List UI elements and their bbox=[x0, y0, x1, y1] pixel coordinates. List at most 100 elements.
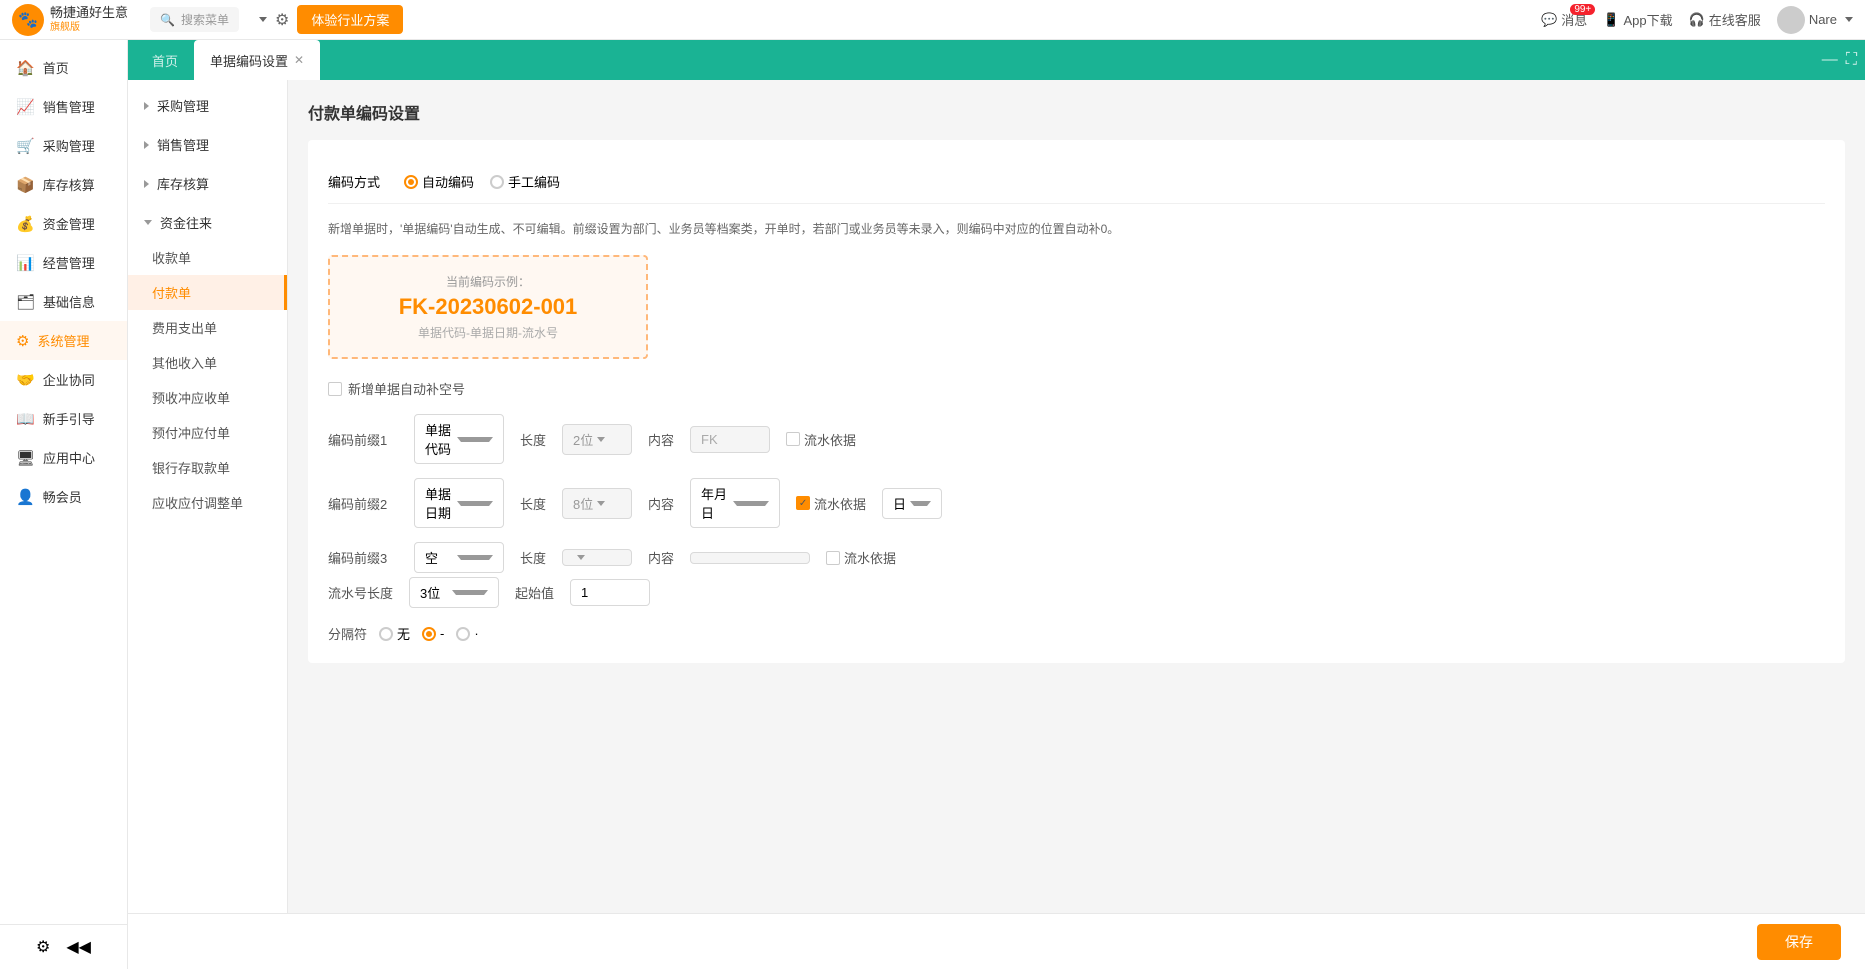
subnav-group-fund-title[interactable]: 资金往来 bbox=[128, 205, 287, 240]
arrow-icon bbox=[144, 180, 149, 188]
prefix1-row: 编码前缀1 单据代码 长度 2位 内容 FK bbox=[328, 414, 1825, 464]
sidebar-collapse-icon[interactable]: ◀◀ bbox=[66, 937, 91, 957]
auto-fill-checkbox[interactable] bbox=[328, 382, 342, 396]
tabbar-maximize-icon[interactable]: ⛶ bbox=[1846, 51, 1857, 69]
prefix1-value: 单据代码 bbox=[425, 420, 453, 458]
prefix2-content-select[interactable]: 年月日 bbox=[690, 478, 780, 528]
prefix3-content-value bbox=[690, 552, 810, 564]
subnav-group-sales: 销售管理 bbox=[128, 127, 287, 162]
subnav-item-payment[interactable]: 付款单 bbox=[128, 275, 287, 310]
tab-encoding-label: 单据编码设置 bbox=[210, 51, 288, 70]
subnav-group-sales-title[interactable]: 销售管理 bbox=[128, 127, 287, 162]
subnav-item-receipt[interactable]: 收款单 bbox=[128, 240, 287, 275]
sidebar-item-operations[interactable]: 📊 经营管理 bbox=[0, 243, 127, 282]
sidebar-item-label: 经营管理 bbox=[43, 253, 95, 272]
subnav-group-inventory-title[interactable]: 库存核算 bbox=[128, 166, 287, 201]
subnav-item-prepay-ar[interactable]: 预收冲应收单 bbox=[128, 380, 287, 415]
search-icon: 🔍 bbox=[160, 13, 175, 27]
radio-auto-circle bbox=[404, 175, 418, 189]
appcenter-icon: 🖥 bbox=[16, 449, 35, 467]
subnav: 采购管理 销售管理 库存核算 bbox=[128, 80, 288, 913]
sidebar-item-appcenter[interactable]: 🖥 应用中心 bbox=[0, 438, 127, 477]
sep-dot2-label: · bbox=[474, 626, 478, 641]
radio-auto[interactable]: 自动编码 bbox=[404, 172, 474, 191]
subnav-item-other-income[interactable]: 其他收入单 bbox=[128, 345, 287, 380]
subnav-group-purchase-title[interactable]: 采购管理 bbox=[128, 88, 287, 123]
prefix3-content-label: 内容 bbox=[648, 548, 674, 567]
sidebar-item-sales[interactable]: 📈 销售管理 bbox=[0, 87, 127, 126]
prefix1-select[interactable]: 单据代码 bbox=[414, 414, 504, 464]
prefix1-stream-check[interactable]: 流水依据 bbox=[786, 430, 856, 449]
select-arrow-icon bbox=[452, 590, 488, 595]
app-download-button[interactable]: 📱 App下载 bbox=[1603, 10, 1672, 29]
sidebar-item-finance[interactable]: 💰 资金管理 bbox=[0, 204, 127, 243]
prefix1-label: 编码前缀1 bbox=[328, 430, 398, 449]
prefix2-stream-check[interactable]: ✓ 流水依据 bbox=[796, 494, 866, 513]
trial-button[interactable]: 体验行业方案 bbox=[297, 5, 403, 34]
sidebar-nav: 🏠 首页 📈 销售管理 🛒 采购管理 📦 库存核算 💰 资金管理 📊 经 bbox=[0, 40, 127, 924]
sidebar-settings-icon[interactable]: ⚙ bbox=[36, 937, 50, 957]
subnav-item-adjust[interactable]: 应收应付调整单 bbox=[128, 485, 287, 520]
save-button[interactable]: 保存 bbox=[1757, 924, 1841, 960]
prefix2-select[interactable]: 单据日期 bbox=[414, 478, 504, 528]
tab-encoding[interactable]: 单据编码设置 ✕ bbox=[194, 40, 320, 80]
sidebar-item-purchase[interactable]: 🛒 采购管理 bbox=[0, 126, 127, 165]
prefix3-value: 空 bbox=[425, 548, 453, 567]
sales-icon: 📈 bbox=[16, 98, 35, 116]
prefix1-content-value: FK bbox=[690, 426, 770, 453]
tabbar-minimize-icon[interactable]: — bbox=[1822, 51, 1838, 69]
search-box[interactable]: 🔍 搜索菜单 bbox=[150, 7, 239, 32]
prefix2-date-unit-select[interactable]: 日 bbox=[882, 488, 942, 519]
settings-icon[interactable]: ⚙ bbox=[275, 10, 289, 30]
sidebar-item-member[interactable]: 👤 畅会员 bbox=[0, 477, 127, 516]
prefix3-len-select[interactable] bbox=[562, 549, 632, 566]
sep-none[interactable]: 无 bbox=[379, 624, 410, 643]
prefix1-stream-checkbox bbox=[786, 432, 800, 446]
sidebar-item-inventory[interactable]: 📦 库存核算 bbox=[0, 165, 127, 204]
sidebar-item-system[interactable]: ⚙ 系统管理 bbox=[0, 321, 127, 360]
user-menu[interactable]: Nare bbox=[1777, 6, 1853, 34]
prefix3-stream-check[interactable]: 流水依据 bbox=[826, 548, 896, 567]
serial-len-select[interactable]: 3位 bbox=[409, 577, 499, 608]
sidebar-item-guide[interactable]: 📖 新手引导 bbox=[0, 399, 127, 438]
sidebar-item-label: 首页 bbox=[43, 58, 69, 77]
sep-dot[interactable]: - bbox=[422, 626, 444, 641]
select-arrow-icon bbox=[457, 555, 493, 560]
prefix1-len-select[interactable]: 2位 bbox=[562, 424, 632, 455]
serial-row: 流水号长度 3位 起始值 bbox=[328, 577, 1825, 608]
sidebar-item-label: 采购管理 bbox=[43, 136, 95, 155]
app-download-label: App下载 bbox=[1623, 10, 1672, 29]
preview-code: FK-20230602-001 bbox=[354, 294, 622, 320]
subnav-item-prepay-ap[interactable]: 预付冲应付单 bbox=[128, 415, 287, 450]
sep-dot2[interactable]: · bbox=[456, 626, 478, 641]
radio-manual[interactable]: 手工编码 bbox=[490, 172, 560, 191]
select-arrow-icon bbox=[597, 501, 605, 506]
page-title: 付款单编码设置 bbox=[308, 100, 1845, 124]
subnav-item-expense[interactable]: 费用支出单 bbox=[128, 310, 287, 345]
online-service-button[interactable]: 🎧 在线客服 bbox=[1689, 10, 1761, 29]
sidebar-item-home[interactable]: 🏠 首页 bbox=[0, 48, 127, 87]
chevron-down-icon[interactable] bbox=[259, 17, 267, 22]
prefix2-len-select[interactable]: 8位 bbox=[562, 488, 632, 519]
prefix3-select[interactable]: 空 bbox=[414, 542, 504, 573]
message-button[interactable]: 💬 消息 99+ bbox=[1541, 10, 1587, 29]
encoding-method-label: 编码方式 bbox=[328, 172, 380, 191]
system-icon: ⚙ bbox=[16, 332, 29, 350]
serial-start-input[interactable] bbox=[570, 579, 650, 606]
topbar: 🐾 畅捷通好生意 旗舰版 🔍 搜索菜单 ⚙ 体验行业方案 💬 消息 99+ 📱 … bbox=[0, 0, 1865, 40]
subnav-item-bank[interactable]: 银行存取款单 bbox=[128, 450, 287, 485]
sidebar-item-label: 资金管理 bbox=[43, 214, 95, 233]
message-icon: 💬 bbox=[1541, 12, 1557, 28]
sidebar-item-basic[interactable]: 🗂 基础信息 bbox=[0, 282, 127, 321]
content-area: 采购管理 销售管理 库存核算 bbox=[128, 80, 1865, 913]
prefix1-content-label: 内容 bbox=[648, 430, 674, 449]
logo: 🐾 畅捷通好生意 旗舰版 bbox=[12, 4, 140, 36]
sidebar-item-collab[interactable]: 🤝 企业协同 bbox=[0, 360, 127, 399]
encoding-radio-group: 自动编码 手工编码 bbox=[404, 172, 560, 191]
topbar-actions: ⚙ 体验行业方案 bbox=[255, 5, 403, 34]
tabbar: 首页 单据编码设置 ✕ — ⛶ bbox=[128, 40, 1865, 80]
radio-auto-label: 自动编码 bbox=[422, 172, 474, 191]
tab-close-icon[interactable]: ✕ bbox=[294, 53, 304, 67]
subnav-group-fund: 资金往来 收款单 付款单 费用支出单 其他收入单 预收冲应收单 预付冲应付单 银… bbox=[128, 205, 287, 520]
tab-home[interactable]: 首页 bbox=[136, 40, 194, 80]
